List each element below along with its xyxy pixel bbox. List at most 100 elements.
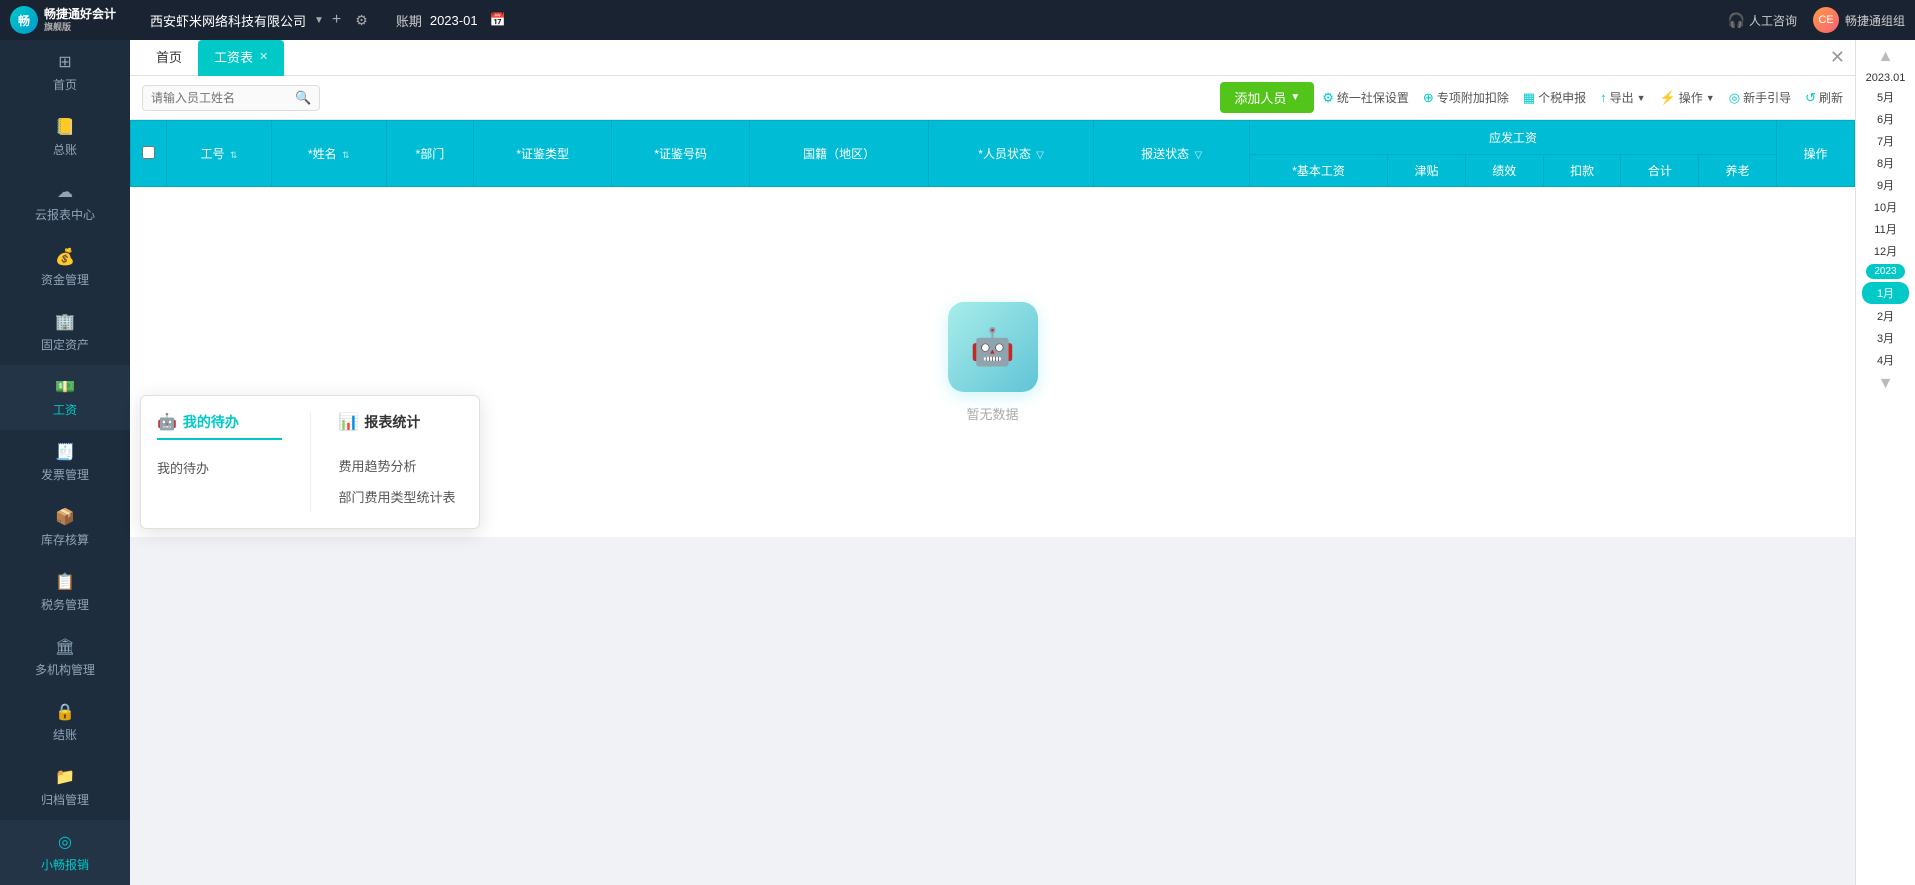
- sidebar-item-ledger[interactable]: 📒 总账: [0, 105, 130, 170]
- popup-col2-title[interactable]: 📊 报表统计: [339, 412, 464, 438]
- select-all-checkbox[interactable]: [142, 146, 155, 159]
- filter-send-icon[interactable]: ▽: [1195, 150, 1203, 161]
- th-id-type: *证鉴类型: [474, 121, 612, 187]
- tab-home-label: 首页: [156, 47, 182, 66]
- extra-deduct-icon: ⊕: [1423, 90, 1434, 106]
- export-icon: ↑: [1600, 90, 1607, 105]
- tab-home[interactable]: 首页: [140, 40, 198, 76]
- sidebar-item-label: 云报表中心: [35, 206, 95, 223]
- timeline-month-1[interactable]: 1月: [1862, 282, 1909, 304]
- settings-icon[interactable]: ⚙: [355, 12, 368, 29]
- tax-report-label: 个税申报: [1538, 89, 1586, 106]
- tax-report-action[interactable]: ▦ 个税申报: [1523, 89, 1586, 106]
- sidebar-item-label: 资金管理: [41, 271, 89, 288]
- logo-initials: 畅: [18, 12, 30, 29]
- tab-close-window[interactable]: ✕: [1830, 47, 1845, 68]
- sidebar-item-multi[interactable]: 🏛 多机构管理: [0, 625, 130, 690]
- sidebar-item-close[interactable]: 🔒 结账: [0, 690, 130, 755]
- th-country-label: 国籍（地区）: [803, 147, 875, 161]
- logo-icon: 畅: [10, 6, 38, 34]
- timeline-month-12[interactable]: 12月: [1856, 240, 1915, 262]
- th-salary-group: 应发工资: [1250, 121, 1777, 155]
- refresh-action[interactable]: ↺ 刷新: [1805, 89, 1843, 106]
- funds-icon: 💰: [55, 247, 75, 267]
- tab-close-icon[interactable]: ✕: [259, 50, 268, 63]
- add-person-button[interactable]: 添加人员 ▼: [1220, 82, 1314, 113]
- operation-icon: ⚡: [1660, 90, 1676, 106]
- avatar: CE: [1813, 7, 1839, 33]
- th-deduct: 扣款: [1543, 155, 1621, 187]
- popup-col2-label: 报表统计: [364, 412, 420, 432]
- user-initials: CE: [1818, 14, 1833, 26]
- sidebar-item-funds[interactable]: 💰 资金管理: [0, 235, 130, 300]
- sidebar-item-cloud[interactable]: ☁ 云报表中心: [0, 170, 130, 235]
- sidebar-item-invoice[interactable]: 🧾 发票管理: [0, 430, 130, 495]
- th-pension: 养老: [1699, 155, 1777, 187]
- logo-sub-text: 旗舰版: [44, 22, 116, 33]
- sidebar-item-inventory[interactable]: 📦 库存核算: [0, 495, 130, 560]
- th-idno-label: *证鉴号码: [654, 147, 707, 161]
- tax-icon: 📋: [55, 572, 75, 592]
- guide-icon: ◎: [1729, 90, 1740, 106]
- th-base-salary: *基本工资: [1250, 155, 1388, 187]
- window-close-icon[interactable]: ✕: [1830, 47, 1845, 68]
- popup-todo-label: 我的待办: [157, 461, 209, 476]
- th-country: 国籍（地区）: [750, 121, 929, 187]
- timeline-month-7[interactable]: 7月: [1856, 130, 1915, 152]
- multi-icon: 🏛: [55, 637, 75, 657]
- export-action[interactable]: ↑ 导出 ▼: [1600, 89, 1645, 106]
- popup-report-item-1[interactable]: 费用趋势分析: [339, 450, 464, 481]
- company-dropdown-icon[interactable]: ▼: [314, 15, 324, 26]
- sidebar-item-archive[interactable]: 📁 归档管理: [0, 755, 130, 820]
- timeline-nav-down[interactable]: ▼: [1874, 371, 1898, 397]
- popup-report-item-2[interactable]: 部门费用类型统计表: [339, 481, 464, 512]
- user-area[interactable]: CE 畅捷通组组: [1813, 7, 1905, 33]
- sidebar-item-home[interactable]: ⊞ 首页: [0, 40, 130, 105]
- timeline-month-5[interactable]: 5月: [1856, 86, 1915, 108]
- sort-no-icon[interactable]: ⇅: [230, 150, 238, 160]
- sidebar-item-xiao[interactable]: ◎ 小畅报销 ›: [0, 820, 130, 885]
- popup-report-label-1: 费用趋势分析: [339, 459, 417, 474]
- refresh-icon: ↺: [1805, 90, 1816, 106]
- popup-col2-icon: 📊: [339, 412, 359, 432]
- th-name-label: *姓名: [308, 147, 337, 161]
- sort-name-icon[interactable]: ⇅: [342, 150, 350, 160]
- sidebar-item-assets[interactable]: 🏢 固定资产: [0, 300, 130, 365]
- invoice-icon: 🧾: [55, 442, 75, 462]
- popup-report-label-2: 部门费用类型统计表: [339, 490, 456, 505]
- timeline-month-2[interactable]: 2月: [1856, 305, 1915, 327]
- inventory-icon: 📦: [55, 507, 75, 527]
- popup-col1-icon: 🤖: [157, 412, 177, 432]
- timeline-month-11[interactable]: 11月: [1856, 218, 1915, 240]
- social-security-action[interactable]: ⚙ 统一社保设置: [1322, 89, 1409, 106]
- home-icon: ⊞: [58, 52, 71, 72]
- filter-status-icon[interactable]: ▽: [1036, 150, 1044, 161]
- customer-service-btn[interactable]: 🎧 人工咨询: [1728, 12, 1797, 29]
- popup-todo-item[interactable]: 我的待办: [157, 452, 282, 483]
- empty-robot-icon: 🤖: [948, 302, 1038, 392]
- th-checkbox[interactable]: [131, 121, 167, 187]
- timeline-panel: ▲ 2023.01 5月 6月 7月 8月 9月 10月 11月 12月 202…: [1855, 40, 1915, 885]
- timeline-month-9[interactable]: 9月: [1856, 174, 1915, 196]
- sidebar-item-label: 首页: [53, 76, 77, 93]
- user-name: 畅捷通组组: [1845, 12, 1905, 29]
- sidebar-item-tax[interactable]: 📋 税务管理: [0, 560, 130, 625]
- timeline-nav-up[interactable]: ▲: [1874, 44, 1898, 70]
- operation-action[interactable]: ⚡ 操作 ▼: [1660, 89, 1715, 106]
- search-input[interactable]: [151, 91, 291, 105]
- add-icon[interactable]: +: [332, 11, 341, 29]
- calendar-icon[interactable]: 📅: [490, 12, 506, 28]
- th-status: *人员状态 ▽: [928, 121, 1093, 187]
- social-security-icon: ⚙: [1322, 90, 1334, 106]
- timeline-month-8[interactable]: 8月: [1856, 152, 1915, 174]
- tab-salary[interactable]: 工资表 ✕: [198, 40, 284, 76]
- timeline-month-10[interactable]: 10月: [1856, 196, 1915, 218]
- extra-deduct-action[interactable]: ⊕ 专项附加扣除: [1423, 89, 1509, 106]
- logo: 畅 畅捷通好会计 旗舰版: [10, 6, 140, 34]
- timeline-month-6[interactable]: 6月: [1856, 108, 1915, 130]
- popup-col1-title[interactable]: 🤖 我的待办: [157, 412, 282, 440]
- sidebar-item-salary[interactable]: 💵 工资: [0, 365, 130, 430]
- timeline-month-4[interactable]: 4月: [1856, 349, 1915, 371]
- guide-action[interactable]: ◎ 新手引导: [1729, 89, 1791, 106]
- timeline-month-3[interactable]: 3月: [1856, 327, 1915, 349]
